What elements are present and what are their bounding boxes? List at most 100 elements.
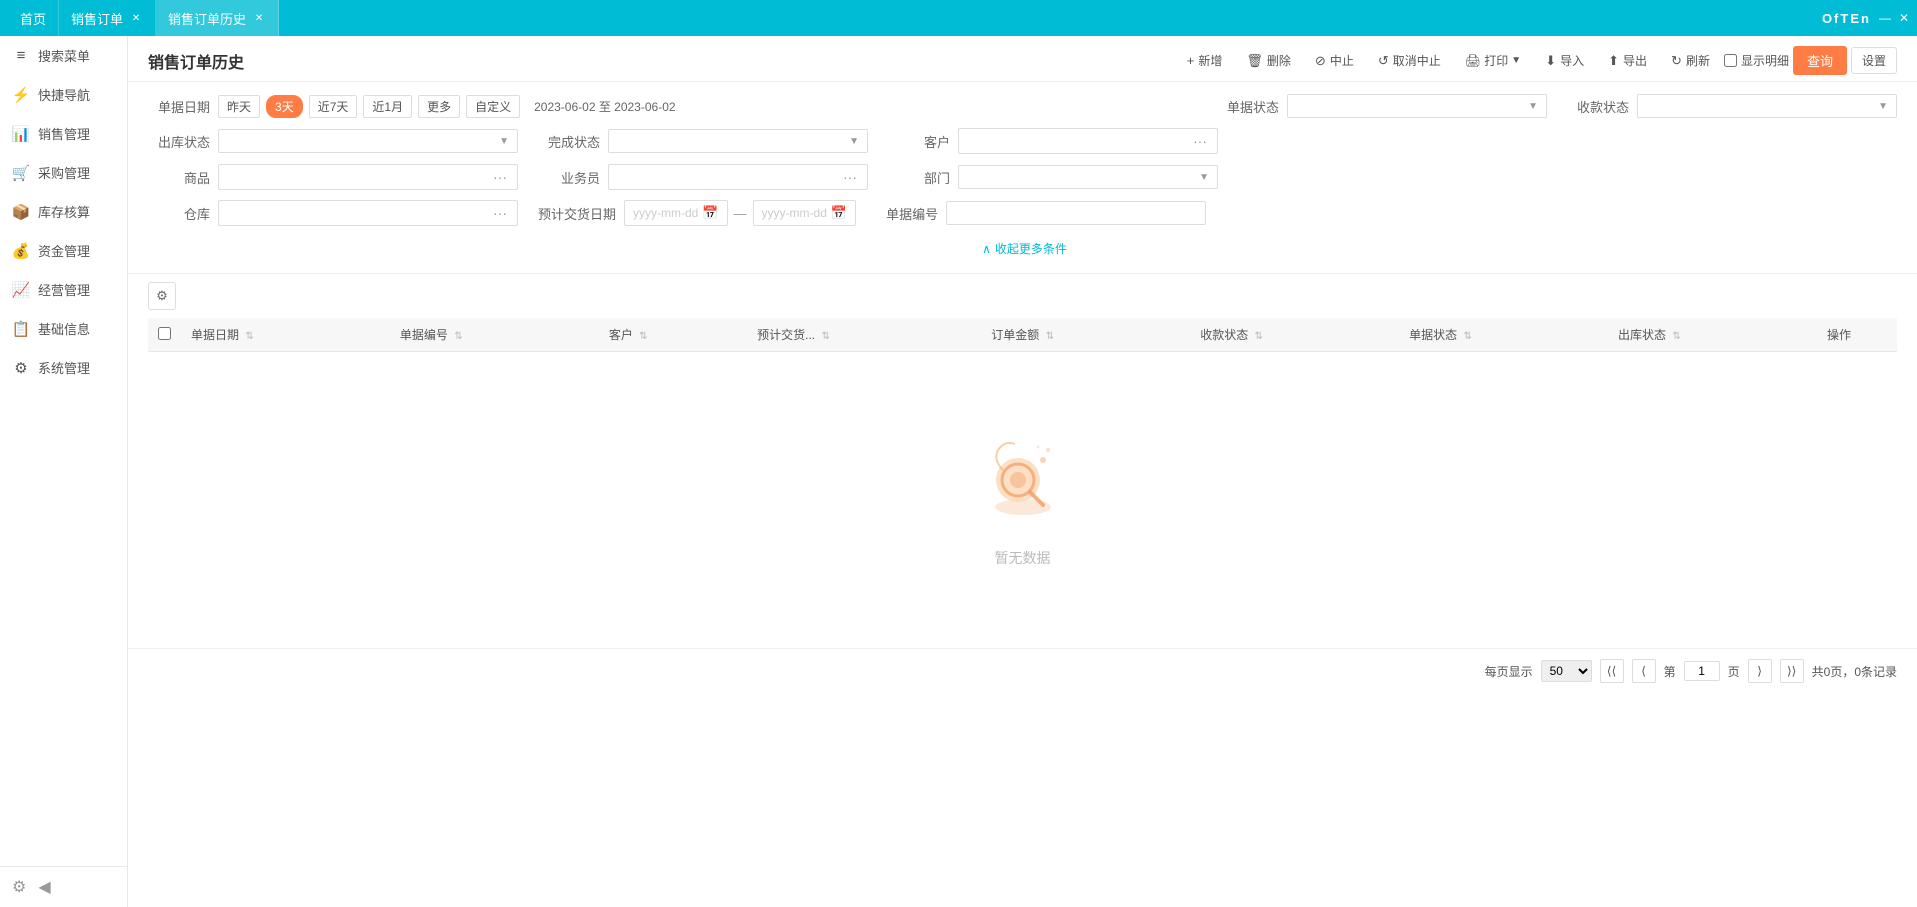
order-number-input[interactable] bbox=[946, 201, 1206, 225]
sort-date-icon: ⇅ bbox=[245, 331, 253, 342]
salesperson-field[interactable]: ··· bbox=[608, 164, 868, 190]
warehouse-field[interactable]: ··· bbox=[218, 200, 518, 226]
sidebar-item-system[interactable]: ⚙ 系统管理 bbox=[0, 348, 127, 387]
complete-status-value bbox=[617, 134, 620, 148]
cancel-stop-button[interactable]: ↺ 取消中止 bbox=[1368, 48, 1451, 73]
collapse-sidebar-icon[interactable]: ◀ bbox=[38, 877, 50, 897]
select-all-checkbox[interactable] bbox=[158, 327, 171, 340]
date-filter-group: 昨天 3天 近7天 近1月 更多 自定义 bbox=[218, 95, 676, 118]
refresh-button[interactable]: ↻ 刷新 bbox=[1661, 48, 1720, 73]
sidebar-item-purchase-mgmt-label: 采购管理 bbox=[38, 163, 90, 182]
sidebar-item-sales-mgmt[interactable]: 📊 销售管理 bbox=[0, 114, 127, 153]
collapse-up-icon: ∧ bbox=[982, 242, 991, 256]
th-payment-status[interactable]: 收款状态 ⇅ bbox=[1190, 318, 1399, 352]
date-yesterday-btn[interactable]: 昨天 bbox=[218, 95, 260, 118]
page-size-select[interactable]: 50 10 20 100 bbox=[1541, 660, 1592, 682]
collapse-bar[interactable]: ∧ 收起更多条件 bbox=[148, 236, 1897, 261]
complete-status-label: 完成状态 bbox=[538, 132, 608, 151]
sidebar-item-finance[interactable]: 💰 资金管理 bbox=[0, 231, 127, 270]
delivery-date-label: 预计交货日期 bbox=[538, 204, 624, 223]
th-number[interactable]: 单据编号 ⇅ bbox=[390, 318, 599, 352]
query-button[interactable]: 查询 bbox=[1793, 46, 1847, 75]
customer-dots-icon[interactable]: ··· bbox=[1189, 133, 1211, 149]
payment-status-select[interactable]: ▼ bbox=[1637, 94, 1897, 118]
stop-button[interactable]: ⊘ 中止 bbox=[1305, 48, 1364, 73]
th-delivery-status[interactable]: 出库状态 ⇅ bbox=[1608, 318, 1817, 352]
tab-home[interactable]: 首页 bbox=[8, 0, 59, 36]
tab-sales-order-history-close[interactable]: ✕ bbox=[252, 11, 266, 25]
filter-row-3: 商品 ··· 业务员 ··· 部门 ▼ bbox=[148, 164, 1897, 190]
tab-sales-order-close[interactable]: ✕ bbox=[129, 11, 143, 25]
sidebar-item-search-menu[interactable]: ≡ 搜索菜单 bbox=[0, 36, 127, 75]
display-detail-checkbox[interactable] bbox=[1724, 54, 1737, 67]
total-text: 共0页，0条记录 bbox=[1812, 663, 1897, 680]
salesperson-dots-icon[interactable]: ··· bbox=[839, 169, 861, 185]
sidebar-item-finance-label: 资金管理 bbox=[38, 241, 90, 260]
tab-sales-order[interactable]: 销售订单 ✕ bbox=[59, 0, 156, 36]
last-page-btn[interactable]: ⟩⟩ bbox=[1780, 659, 1804, 683]
next-page-btn[interactable]: ⟩ bbox=[1748, 659, 1772, 683]
payment-status-value bbox=[1646, 99, 1649, 113]
print-button[interactable]: 🖨 打印 ▼ bbox=[1455, 48, 1531, 73]
current-page-input[interactable] bbox=[1684, 661, 1720, 681]
table-wrapper: ⚙ 单据日期 ⇅ 单据编号 ⇅ bbox=[128, 274, 1917, 648]
sidebar-item-basic-info[interactable]: 📋 基础信息 bbox=[0, 309, 127, 348]
sidebar-bottom: ⚙ ◀ bbox=[0, 866, 127, 907]
complete-status-select[interactable]: ▼ bbox=[608, 129, 868, 153]
refresh-icon: ↻ bbox=[1671, 53, 1682, 69]
display-detail-checkbox-label[interactable]: 显示明细 bbox=[1724, 52, 1789, 69]
th-delivery-date[interactable]: 预计交货... ⇅ bbox=[747, 318, 981, 352]
export-button[interactable]: ⬆ 导出 bbox=[1598, 48, 1657, 73]
settings-bottom-icon[interactable]: ⚙ bbox=[12, 877, 26, 897]
sidebar-item-quick-nav[interactable]: ⚡ 快捷导航 bbox=[0, 75, 127, 114]
th-customer[interactable]: 客户 ⇅ bbox=[599, 318, 747, 352]
warehouse-label: 仓库 bbox=[148, 204, 218, 223]
import-icon: ⬇ bbox=[1545, 53, 1556, 69]
sidebar-item-inventory-label: 库存核算 bbox=[38, 202, 90, 221]
sort-number-icon: ⇅ bbox=[454, 331, 462, 342]
sidebar-item-operations[interactable]: 📈 经营管理 bbox=[0, 270, 127, 309]
warehouse-dots-icon[interactable]: ··· bbox=[489, 205, 511, 221]
delivery-date-from[interactable]: yyyy-mm-dd 📅 bbox=[624, 200, 728, 226]
delivery-status-select[interactable]: ▼ bbox=[218, 129, 518, 153]
minimize-icon[interactable]: — bbox=[1879, 11, 1891, 25]
payment-status-arrow-icon: ▼ bbox=[1878, 101, 1888, 112]
salesperson-label: 业务员 bbox=[538, 168, 608, 187]
department-select[interactable]: ▼ bbox=[958, 165, 1218, 189]
date-separator: — bbox=[734, 206, 747, 221]
settings-button[interactable]: 设置 bbox=[1851, 47, 1897, 74]
th-amount[interactable]: 订单金额 ⇅ bbox=[981, 318, 1190, 352]
content-area: 销售订单历史 + 新增 🗑 删除 ⊘ 中止 ↺ 取消中止 bbox=[128, 36, 1917, 907]
close-icon[interactable]: ✕ bbox=[1899, 11, 1909, 25]
date-more-btn[interactable]: 更多 bbox=[418, 95, 460, 118]
th-date[interactable]: 单据日期 ⇅ bbox=[181, 318, 390, 352]
import-button[interactable]: ⬇ 导入 bbox=[1535, 48, 1594, 73]
th-checkbox bbox=[148, 318, 181, 352]
product-field[interactable]: ··· bbox=[218, 164, 518, 190]
prev-page-btn[interactable]: ⟨ bbox=[1632, 659, 1656, 683]
tab-sales-order-history[interactable]: 销售订单历史 ✕ bbox=[156, 0, 279, 36]
system-icon: ⚙ bbox=[12, 359, 30, 377]
delivery-date-to-placeholder: yyyy-mm-dd bbox=[762, 206, 827, 220]
customer-field[interactable]: ··· bbox=[958, 128, 1218, 154]
delete-button[interactable]: 🗑 删除 bbox=[1236, 48, 1301, 73]
add-button[interactable]: + 新增 bbox=[1177, 48, 1233, 73]
product-dots-icon[interactable]: ··· bbox=[489, 169, 511, 185]
table-settings-btn[interactable]: ⚙ bbox=[148, 282, 176, 310]
date-7days-btn[interactable]: 近7天 bbox=[309, 95, 358, 118]
filter-section: 单据日期 昨天 3天 近7天 近1月 更多 bbox=[128, 82, 1917, 274]
date-month-btn[interactable]: 近1月 bbox=[363, 95, 412, 118]
date-custom-btn[interactable]: 自定义 bbox=[466, 95, 520, 118]
th-order-status[interactable]: 单据状态 ⇅ bbox=[1399, 318, 1608, 352]
date-3days-btn[interactable]: 3天 bbox=[266, 95, 303, 118]
order-status-select[interactable]: ▼ bbox=[1287, 94, 1547, 118]
sidebar-item-inventory[interactable]: 📦 库存核算 bbox=[0, 192, 127, 231]
sidebar-item-purchase-mgmt[interactable]: 🛒 采购管理 bbox=[0, 153, 127, 192]
table-toolbar: ⚙ bbox=[148, 274, 1897, 318]
delivery-date-to[interactable]: yyyy-mm-dd 📅 bbox=[753, 200, 857, 226]
sidebar-item-search-menu-label: 搜索菜单 bbox=[38, 46, 90, 65]
sidebar-item-basic-info-label: 基础信息 bbox=[38, 319, 90, 338]
first-page-btn[interactable]: ⟨⟨ bbox=[1600, 659, 1624, 683]
complete-status-arrow-icon: ▼ bbox=[849, 136, 859, 147]
sidebar-item-system-label: 系统管理 bbox=[38, 358, 90, 377]
